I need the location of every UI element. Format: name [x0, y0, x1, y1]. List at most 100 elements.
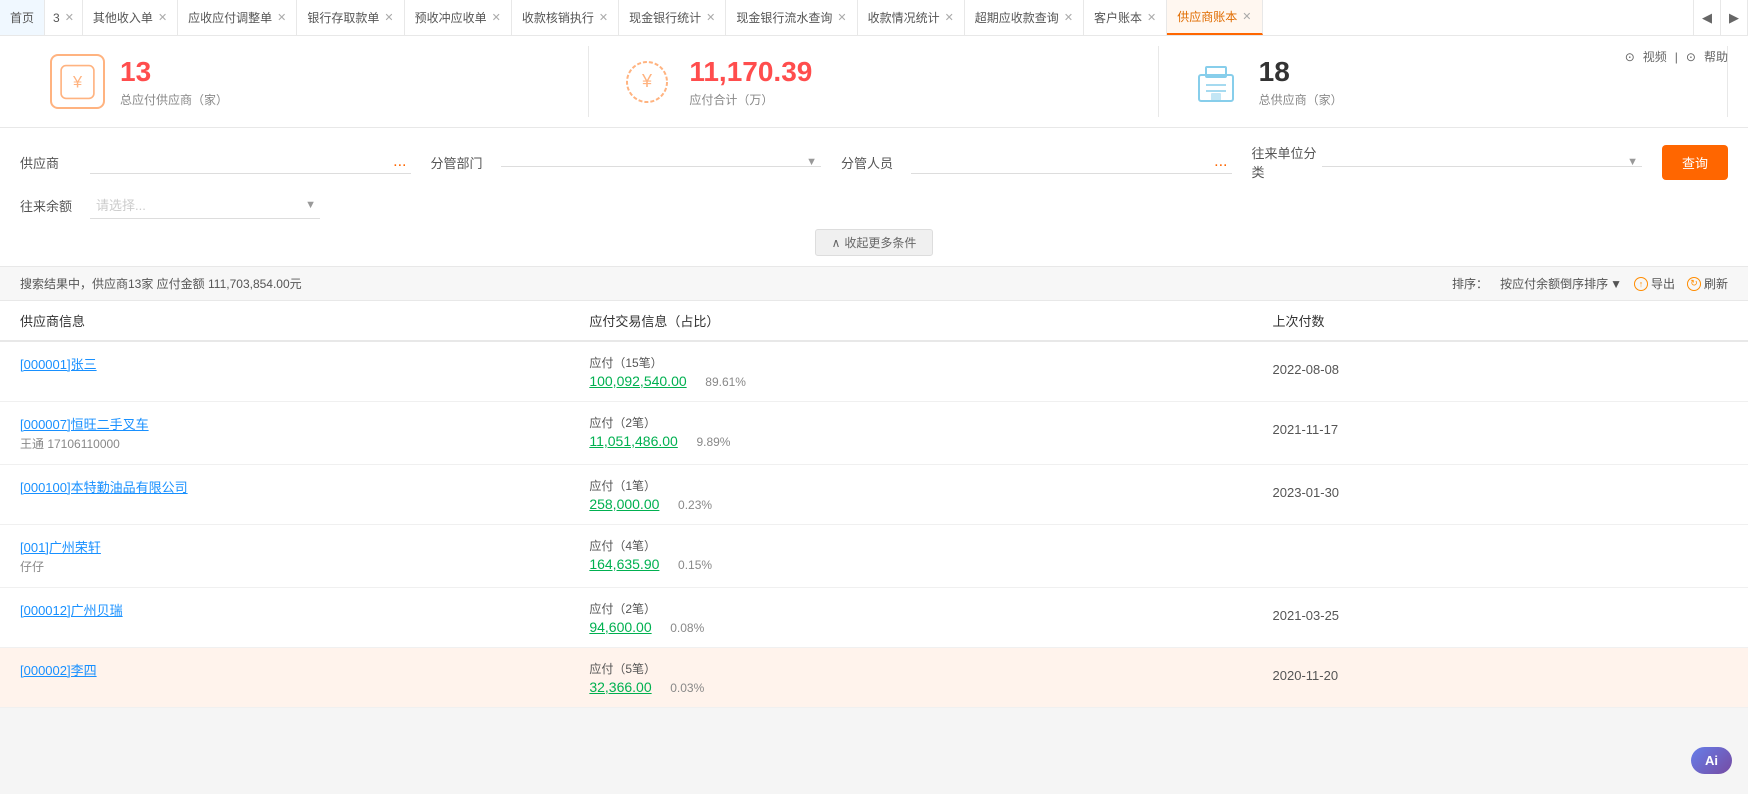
total-suppliers-label: 总供应商（家） [1259, 91, 1343, 108]
nav-tab-cash-bank-stat-close[interactable]: ✕ [706, 11, 715, 24]
supplier-col-4: [001]广州荣轩 仔仔 [20, 537, 589, 575]
nav-tab-customer-account-close[interactable]: ✕ [1147, 11, 1156, 24]
results-bar: 搜索结果中，供应商13家 应付金额 111,703,854.00元 排序： 按应… [0, 267, 1748, 301]
nav-tab-prepay-close[interactable]: ✕ [492, 11, 501, 24]
nav-tab-other-income[interactable]: 其他收入单 ✕ [83, 0, 178, 35]
payable-amount-label: 应付合计（万） [689, 91, 812, 108]
last-pay-3: 2023-01-30 [1273, 485, 1615, 500]
manager-field: 分管人员 ... [841, 150, 1232, 174]
trans-pct-2: 9.89% [696, 435, 730, 449]
export-icon: ↑ [1634, 277, 1648, 291]
nav-tab-3[interactable]: 3 ✕ [45, 0, 83, 35]
nav-tab-receipt-verify-close[interactable]: ✕ [599, 11, 608, 24]
nav-tab-receipt-stat[interactable]: 收款情况统计 ✕ [858, 0, 965, 35]
nav-tab-receipt-stat-close[interactable]: ✕ [945, 11, 954, 24]
collapse-bar: ∧ 收起更多条件 [20, 229, 1728, 256]
trans-amount-1[interactable]: 100,092,540.00 [589, 373, 686, 389]
manager-input-wrap[interactable]: ... [911, 150, 1232, 174]
nav-tab-bank-deposit[interactable]: 银行存取款单 ✕ [297, 0, 404, 35]
trans-label-1: 应付（15笔） [589, 354, 1272, 371]
sort-option-label: 按应付余额倒序排序 [1500, 275, 1608, 292]
video-link[interactable]: 视频 [1643, 48, 1667, 65]
last-pay-5: 2021-03-25 [1273, 608, 1615, 623]
department-select[interactable]: ▼ [501, 158, 822, 167]
nav-tab-overdue[interactable]: 超期应收款查询 ✕ [965, 0, 1084, 35]
payable-amount-number: 11,170.39 [689, 55, 812, 89]
nav-tab-supplier-account[interactable]: 供应商账本 ✕ [1167, 0, 1262, 35]
payable-suppliers-info: 13 总应付供应商（家） [120, 55, 228, 108]
nav-tab-receipt-verify-label: 收款核销执行 [522, 9, 594, 26]
search-form: 供应商 ... 分管部门 ▼ 分管人员 ... 往来单位分类 [0, 128, 1748, 267]
col-header-lastpay: 上次付数 [1273, 311, 1615, 330]
nav-tab-overdue-close[interactable]: ✕ [1064, 11, 1073, 24]
sort-select[interactable]: 按应付余额倒序排序 ▼ [1500, 275, 1622, 292]
nav-tab-3-close[interactable]: ✕ [65, 11, 74, 24]
supplier-link-1[interactable]: [000001]张三 [20, 354, 589, 373]
nav-tab-customer-account[interactable]: 客户账本 ✕ [1084, 0, 1167, 35]
total-suppliers-icon [1189, 54, 1244, 109]
trans-amount-4[interactable]: 164,635.90 [589, 556, 659, 572]
transaction-col-1: 应付（15笔） 100,092,540.00 89.61% [589, 354, 1272, 389]
nav-arrow-right[interactable]: ▶ [1721, 0, 1748, 36]
query-button[interactable]: 查询 [1662, 145, 1728, 180]
category-label: 往来单位分类 [1252, 143, 1322, 181]
nav-tab-overdue-label: 超期应收款查询 [975, 9, 1059, 26]
supplier-input-wrap[interactable]: ... [90, 150, 411, 174]
nav-tab-cash-flow[interactable]: 现金银行流水查询 ✕ [726, 0, 857, 35]
trans-amount-5[interactable]: 94,600.00 [589, 619, 651, 635]
trans-pct-5: 0.08% [670, 621, 704, 635]
category-select[interactable]: ▼ [1322, 158, 1643, 167]
transaction-col-5: 应付（2笔） 94,600.00 0.08% [589, 600, 1272, 635]
help-icon: ⊙ [1686, 50, 1696, 64]
supplier-link-6[interactable]: [000002]李四 [20, 660, 589, 679]
supplier-link-3[interactable]: [000100]本特勤油品有限公司 [20, 477, 589, 496]
collapse-button[interactable]: ∧ 收起更多条件 [815, 229, 934, 256]
export-button[interactable]: ↑ 导出 [1634, 275, 1675, 292]
col-header-supplier: 供应商信息 [20, 311, 589, 330]
nav-tab-supplier-account-label: 供应商账本 [1177, 8, 1237, 25]
supplier-dots[interactable]: ... [393, 153, 406, 171]
collapse-label: 收起更多条件 [844, 234, 916, 251]
trans-label-4: 应付（4笔） [589, 537, 1272, 554]
supplier-field: 供应商 ... [20, 150, 411, 174]
trans-amount-3[interactable]: 258,000.00 [589, 496, 659, 512]
lastpay-col-2: 2021-11-17 [1273, 414, 1615, 437]
trans-amount-2[interactable]: 11,051,486.00 [589, 433, 678, 449]
trans-label-3: 应付（1笔） [589, 477, 1272, 494]
nav-tab-prepay[interactable]: 预收冲应收单 ✕ [405, 0, 512, 35]
nav-tab-receipt-verify[interactable]: 收款核销执行 ✕ [512, 0, 619, 35]
nav-tab-supplier-account-close[interactable]: ✕ [1242, 10, 1251, 23]
ai-badge[interactable]: Ai [1691, 747, 1732, 774]
svg-text:¥: ¥ [641, 71, 653, 91]
supplier-input[interactable] [96, 154, 405, 169]
supplier-link-2[interactable]: [000007]恒旺二手叉车 [20, 414, 589, 433]
balance-label: 往来余额 [20, 196, 90, 215]
help-link[interactable]: 帮助 [1704, 48, 1728, 65]
supplier-link-4[interactable]: [001]广州荣轩 [20, 537, 589, 556]
nav-tab-home[interactable]: 首页 [0, 0, 45, 35]
manager-input[interactable] [917, 154, 1226, 169]
payable-amount-icon: ¥ [619, 54, 674, 109]
supplier-col-3: [000100]本特勤油品有限公司 [20, 477, 589, 496]
lastpay-col-1: 2022-08-08 [1273, 354, 1615, 377]
nav-tab-other-income-close[interactable]: ✕ [158, 11, 167, 24]
nav-tab-bank-deposit-close[interactable]: ✕ [384, 11, 393, 24]
svg-text:¥: ¥ [72, 73, 83, 91]
payable-suppliers-label: 总应付供应商（家） [120, 91, 228, 108]
trans-amount-6[interactable]: 32,366.00 [589, 679, 651, 695]
nav-tab-cash-flow-close[interactable]: ✕ [837, 11, 846, 24]
nav-tab-ap-adjust[interactable]: 应收应付调整单 ✕ [178, 0, 297, 35]
sort-label: 排序： [1452, 275, 1488, 292]
nav-arrow-left[interactable]: ◀ [1694, 0, 1721, 36]
manager-dots[interactable]: ... [1214, 153, 1227, 171]
col-header-extra [1614, 311, 1728, 330]
nav-tab-cash-bank-stat[interactable]: 现金银行统计 ✕ [619, 0, 726, 35]
category-field: 往来单位分类 ▼ [1252, 143, 1643, 181]
balance-select[interactable]: 请选择... ▼ [90, 191, 320, 219]
nav-tab-ap-adjust-close[interactable]: ✕ [277, 11, 286, 24]
refresh-button[interactable]: ↻ 刷新 [1687, 275, 1728, 292]
table-row: [000001]张三 应付（15笔） 100,092,540.00 89.61%… [0, 342, 1748, 402]
table-row: [000007]恒旺二手叉车 王通 17106110000 应付（2笔） 11,… [0, 402, 1748, 465]
supplier-link-5[interactable]: [000012]广州贝瑞 [20, 600, 589, 619]
stat-payable-amount: ¥ 11,170.39 应付合计（万） [589, 46, 1158, 117]
